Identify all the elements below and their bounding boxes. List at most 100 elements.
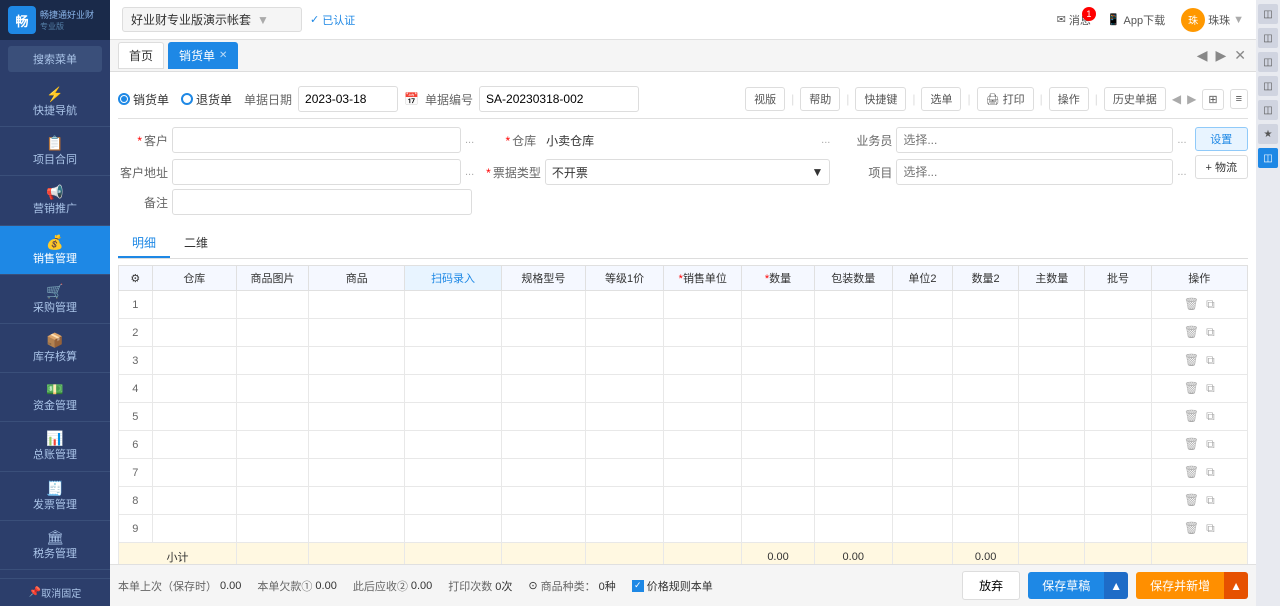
row-copy-icon[interactable]: ⧉	[1206, 437, 1215, 451]
row-delete-icon[interactable]: 🗑	[1184, 465, 1199, 479]
radio-sale[interactable]: 销货单	[118, 91, 169, 108]
shortcut-button[interactable]: 快捷键	[855, 87, 906, 111]
row-unit2[interactable]	[892, 347, 952, 375]
memo-input[interactable]	[172, 189, 472, 215]
row-qty[interactable]	[742, 375, 814, 403]
operate-button[interactable]: 操作	[1049, 87, 1089, 111]
row-price1[interactable]	[585, 319, 663, 347]
row-main-qty[interactable]	[1019, 347, 1085, 375]
abandon-button[interactable]: 放弃	[962, 571, 1020, 600]
history-nav-prev[interactable]: ◀	[1172, 92, 1181, 106]
row-price1[interactable]	[585, 515, 663, 543]
row-qty[interactable]	[742, 319, 814, 347]
history-nav-next[interactable]: ▶	[1187, 92, 1196, 106]
row-batch[interactable]	[1085, 487, 1151, 515]
row-scan[interactable]	[405, 431, 501, 459]
tab-2d[interactable]: 二维	[170, 229, 222, 258]
row-batch[interactable]	[1085, 347, 1151, 375]
row-sale-unit[interactable]	[664, 487, 742, 515]
list-view-button[interactable]: ≡	[1230, 89, 1248, 109]
row-scan[interactable]	[405, 515, 501, 543]
row-scan[interactable]	[405, 291, 501, 319]
row-spec[interactable]	[501, 319, 585, 347]
row-qty2[interactable]	[953, 431, 1019, 459]
row-batch[interactable]	[1085, 291, 1151, 319]
row-batch[interactable]	[1085, 459, 1151, 487]
row-spec[interactable]	[501, 487, 585, 515]
row-pack-qty[interactable]	[814, 347, 892, 375]
invoice-select[interactable]: 不开票 ▼	[545, 159, 830, 185]
row-delete-icon[interactable]: 🗑	[1184, 437, 1199, 451]
row-scan[interactable]	[405, 487, 501, 515]
row-copy-icon[interactable]: ⧉	[1206, 381, 1215, 395]
user-menu[interactable]: 珠 珠珠 ▼	[1181, 8, 1244, 32]
row-sale-unit[interactable]	[664, 403, 742, 431]
row-warehouse[interactable]	[152, 515, 236, 543]
row-spec[interactable]	[501, 431, 585, 459]
row-sale-unit[interactable]	[664, 319, 742, 347]
row-pack-qty[interactable]	[814, 431, 892, 459]
radio-return[interactable]: 退货单	[181, 91, 232, 108]
row-unit2[interactable]	[892, 487, 952, 515]
row-scan[interactable]	[405, 403, 501, 431]
address-input[interactable]	[172, 159, 461, 185]
tab-home[interactable]: 首页	[118, 42, 164, 69]
row-price1[interactable]	[585, 347, 663, 375]
right-panel-icon-active[interactable]: ◫	[1258, 148, 1278, 168]
row-qty[interactable]	[742, 487, 814, 515]
row-copy-icon[interactable]: ⧉	[1206, 465, 1215, 479]
right-panel-icon-star[interactable]: ★	[1258, 124, 1278, 144]
right-panel-icon-2[interactable]: ◫	[1258, 28, 1278, 48]
row-spec[interactable]	[501, 347, 585, 375]
tab-next-icon[interactable]: ▶	[1213, 45, 1228, 66]
row-main-qty[interactable]	[1019, 375, 1085, 403]
sidebar-item-ledger[interactable]: 📊 总账管理	[0, 422, 110, 471]
row-warehouse[interactable]	[152, 347, 236, 375]
row-delete-icon[interactable]: 🗑	[1184, 521, 1199, 535]
row-copy-icon[interactable]: ⧉	[1206, 493, 1215, 507]
date-input[interactable]	[298, 86, 398, 112]
tab-sales-order[interactable]: 销货单 ✕	[168, 42, 238, 69]
row-qty2[interactable]	[953, 375, 1019, 403]
row-scan[interactable]	[405, 459, 501, 487]
save-draft-button[interactable]: 保存草稿	[1028, 572, 1104, 599]
row-main-qty[interactable]	[1019, 515, 1085, 543]
customer-input[interactable]	[172, 127, 461, 153]
company-selector[interactable]: 好业财专业版演示帐套 ▼	[122, 7, 302, 32]
right-panel-icon-4[interactable]: ◫	[1258, 76, 1278, 96]
row-pack-qty[interactable]	[814, 487, 892, 515]
row-price1[interactable]	[585, 431, 663, 459]
row-qty[interactable]	[742, 431, 814, 459]
row-pack-qty[interactable]	[814, 319, 892, 347]
row-qty[interactable]	[742, 403, 814, 431]
row-unit2[interactable]	[892, 515, 952, 543]
row-price1[interactable]	[585, 403, 663, 431]
row-batch[interactable]	[1085, 431, 1151, 459]
order-no-input[interactable]	[479, 86, 639, 112]
row-sale-unit[interactable]	[664, 515, 742, 543]
row-pack-qty[interactable]	[814, 403, 892, 431]
row-delete-icon[interactable]: 🗑	[1184, 353, 1199, 367]
save-new-arrow-button[interactable]: ▲	[1224, 572, 1248, 599]
sidebar-item-fixed-assets[interactable]: 🏢 固定资产	[0, 570, 110, 578]
row-batch[interactable]	[1085, 319, 1151, 347]
warehouse-more-button[interactable]: ...	[821, 134, 830, 146]
customer-more-button[interactable]: ...	[465, 134, 474, 146]
row-delete-icon[interactable]: 🗑	[1184, 409, 1199, 423]
row-qty[interactable]	[742, 291, 814, 319]
app-download-button[interactable]: 📱 App下载	[1107, 12, 1165, 28]
row-scan[interactable]	[405, 319, 501, 347]
row-warehouse[interactable]	[152, 319, 236, 347]
col-scan[interactable]: 扫码录入	[405, 266, 501, 291]
row-pack-qty[interactable]	[814, 459, 892, 487]
grid-view-button[interactable]: ⊞	[1202, 89, 1223, 110]
save-new-button[interactable]: 保存并新增	[1136, 572, 1224, 599]
row-spec[interactable]	[501, 515, 585, 543]
sidebar-item-quick-nav[interactable]: ⚡ 快捷导航	[0, 78, 110, 127]
salesperson-input[interactable]	[896, 127, 1173, 153]
calendar-icon[interactable]: 📅	[404, 92, 419, 106]
row-spec[interactable]	[501, 375, 585, 403]
row-warehouse[interactable]	[152, 375, 236, 403]
price-rule-checkbox[interactable]: ✓ 价格规则本单	[632, 578, 713, 594]
settings-button[interactable]: 设置	[1195, 127, 1248, 151]
